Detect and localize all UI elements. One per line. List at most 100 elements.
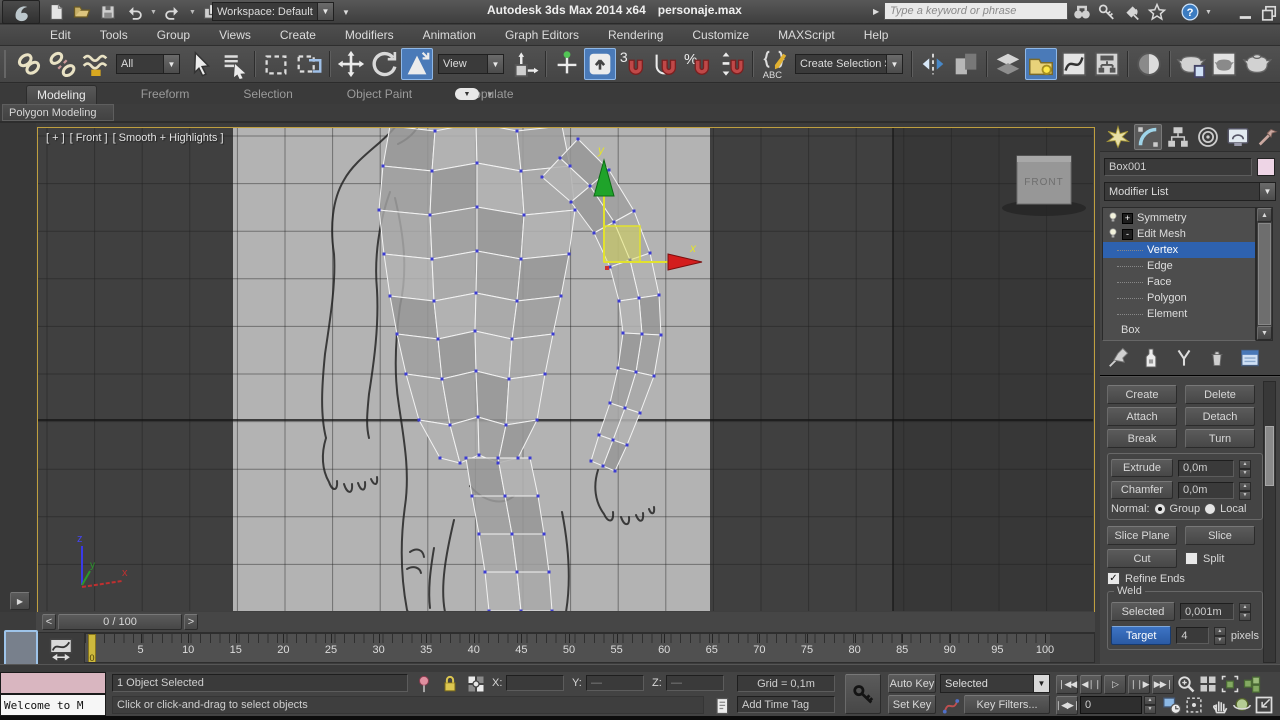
trackbar-tick-40[interactable]: 40 <box>468 644 480 656</box>
select-and-link-icon[interactable] <box>13 48 45 80</box>
cut-button[interactable]: Cut <box>1107 549 1177 568</box>
menu-graph-editors[interactable]: Graph Editors <box>503 26 581 44</box>
weld-target-spinner[interactable]: ▲ ▼ <box>1213 627 1226 645</box>
minimize-button[interactable] <box>1236 3 1256 23</box>
modifier-expand-icon[interactable]: + <box>1122 212 1133 224</box>
search-input[interactable]: Type a keyword or phrase <box>884 2 1068 20</box>
bind-to-space-warp-icon[interactable] <box>79 48 111 80</box>
maxscript-mini-listener-white[interactable]: Welcome to M <box>0 694 106 716</box>
time-slider-handle[interactable]: 0 / 100 <box>58 614 182 630</box>
weld-target-button[interactable]: Target <box>1111 626 1172 645</box>
trackbar-tick-35[interactable]: 35 <box>420 644 432 656</box>
select-by-name-icon[interactable] <box>218 48 250 80</box>
ribbon-display-toggle-icon[interactable]: ▼ <box>455 88 479 100</box>
select-and-move-icon[interactable] <box>335 48 367 80</box>
menu-edit[interactable]: Edit <box>48 26 73 44</box>
stack-item-vertex[interactable]: Vertex <box>1103 242 1255 258</box>
menu-group[interactable]: Group <box>155 26 192 44</box>
y-coord-field[interactable]: — <box>586 675 644 691</box>
quick-access-overflow-icon[interactable]: ▼ <box>342 8 350 17</box>
maxscript-mini-listener-pink[interactable] <box>0 672 106 694</box>
communication-center-icon[interactable] <box>1122 2 1142 22</box>
selected-vertex[interactable] <box>605 266 609 270</box>
select-and-manipulate-icon[interactable] <box>551 48 583 80</box>
time-configuration-icon[interactable] <box>1162 695 1182 715</box>
slice-plane-button[interactable]: Slice Plane <box>1107 526 1177 545</box>
open-mini-curve-editor-icon[interactable] <box>46 636 76 662</box>
unlink-selection-icon[interactable] <box>46 48 78 80</box>
normal-local-radio[interactable] <box>1204 503 1217 515</box>
normal-group-label[interactable]: Group <box>1170 503 1201 515</box>
trackbar-tick-85[interactable]: 85 <box>896 644 908 656</box>
search-binoculars-icon[interactable] <box>1072 2 1092 22</box>
extrude-value-field[interactable]: 0,0m <box>1178 459 1234 477</box>
new-file-icon[interactable] <box>46 2 66 22</box>
frame-spinner[interactable]: ▲ ▼ <box>1144 696 1156 714</box>
menu-customize[interactable]: Customize <box>690 26 751 44</box>
stack-scroll-thumb[interactable] <box>1258 223 1271 325</box>
ribbon-tab-selection[interactable]: Selection <box>233 85 302 103</box>
ribbon-tab-object-paint[interactable]: Object Paint <box>337 85 422 103</box>
zoom-extents-icon[interactable] <box>1220 674 1240 694</box>
current-frame-marker[interactable]: 0 <box>88 634 96 662</box>
curve-editor-icon[interactable] <box>1058 48 1090 80</box>
weld-target-value-field[interactable]: 4 <box>1176 627 1209 644</box>
menu-create[interactable]: Create <box>278 26 318 44</box>
track-bar[interactable]: 0 5 10 15 20 25 30 35 40 45 50 55 60 65 70 75 80 85 90 95 10… <box>84 633 1095 663</box>
named-selection-set-dropdown[interactable]: Create Selection Se ▼ <box>795 54 903 74</box>
split-checkbox[interactable] <box>1185 552 1198 565</box>
weld-selected-value-field[interactable]: 0,001m <box>1180 603 1234 620</box>
window-crossing-toggle-icon[interactable] <box>293 48 325 80</box>
absolute-mode-transform-icon[interactable] <box>466 674 486 694</box>
viewport-front[interactable]: y x FRONT z y x [ + ] [ Front ] [ Smooth + Hi… <box>37 127 1095 613</box>
percent-snap-toggle-icon[interactable]: % <box>683 48 715 80</box>
render-production-icon[interactable] <box>1241 48 1273 80</box>
viewcube-front-face[interactable]: FRONT <box>1024 177 1063 188</box>
trackbar-tick-15[interactable]: 15 <box>230 644 242 656</box>
modifier-stack-scrollbar[interactable]: ▲ ▼ <box>1256 207 1273 341</box>
rectangular-selection-region-icon[interactable] <box>260 48 292 80</box>
next-frame-slider-button[interactable]: > <box>184 614 198 630</box>
snaps-toggle-3d-icon[interactable]: 3 <box>617 48 649 80</box>
z-coord-field[interactable]: — <box>666 675 724 691</box>
extrude-button[interactable]: Extrude <box>1111 459 1173 477</box>
field-of-view-icon[interactable] <box>1184 695 1204 715</box>
configure-modifier-sets-icon[interactable] <box>1238 346 1262 370</box>
tab-hierarchy-icon[interactable] <box>1164 124 1192 150</box>
go-to-end-button[interactable]: ▶▶❘ <box>1152 674 1174 694</box>
keyboard-shortcut-override-icon[interactable] <box>584 48 616 80</box>
key-filters-button[interactable]: Key Filters... <box>964 695 1050 714</box>
modifier-enable-bulb-icon[interactable] <box>1107 211 1120 226</box>
detach-button[interactable]: Detach <box>1185 407 1255 426</box>
trackbar-tick-90[interactable]: 90 <box>944 644 956 656</box>
stack-item-edge[interactable]: Edge <box>1103 258 1255 274</box>
workspace-dropdown[interactable]: Workspace: Default ▼ <box>212 2 334 21</box>
menu-rendering[interactable]: Rendering <box>606 26 665 44</box>
ribbon-tab-modeling[interactable]: Modeling <box>26 84 97 104</box>
key-mode-toggle-button[interactable]: ❘◀▶❘ <box>1055 695 1080 715</box>
trackbar-tick-60[interactable]: 60 <box>658 644 670 656</box>
undo-icon[interactable] <box>124 2 144 22</box>
modifier-expand-icon[interactable]: - <box>1122 228 1133 240</box>
default-in-out-tangents-icon[interactable] <box>941 696 961 716</box>
gizmo-xy-plane-handle[interactable] <box>603 225 641 263</box>
stack-item-polygon[interactable]: Polygon <box>1103 290 1255 306</box>
maximize-viewport-toggle-icon[interactable] <box>1254 695 1274 715</box>
modifier-stack[interactable]: + Symmetry - Edit Mesh Vertex Edge Face Polygon… <box>1102 207 1256 341</box>
delete-button[interactable]: Delete <box>1185 385 1255 404</box>
weld-selected-spinner[interactable]: ▲ ▼ <box>1239 603 1251 621</box>
open-file-icon[interactable] <box>72 2 92 22</box>
menu-maxscript[interactable]: MAXScript <box>776 26 837 44</box>
ribbon-tab-freeform[interactable]: Freeform <box>131 85 200 103</box>
trackbar-tick-55[interactable]: 55 <box>610 644 622 656</box>
tab-modify-icon[interactable] <box>1134 124 1162 150</box>
help-dropdown-icon[interactable]: ▼ <box>1205 9 1212 16</box>
mini-listener-button[interactable] <box>4 630 38 666</box>
stack-item-element[interactable]: Element <box>1103 306 1255 322</box>
command-panel-scroll-thumb[interactable] <box>1265 426 1274 486</box>
slice-button[interactable]: Slice <box>1185 526 1255 545</box>
spinner-snap-toggle-icon[interactable] <box>716 48 748 80</box>
create-button[interactable]: Create <box>1107 385 1177 404</box>
zoom-all-icon[interactable] <box>1198 674 1218 694</box>
isolate-selection-icon[interactable] <box>414 674 434 694</box>
